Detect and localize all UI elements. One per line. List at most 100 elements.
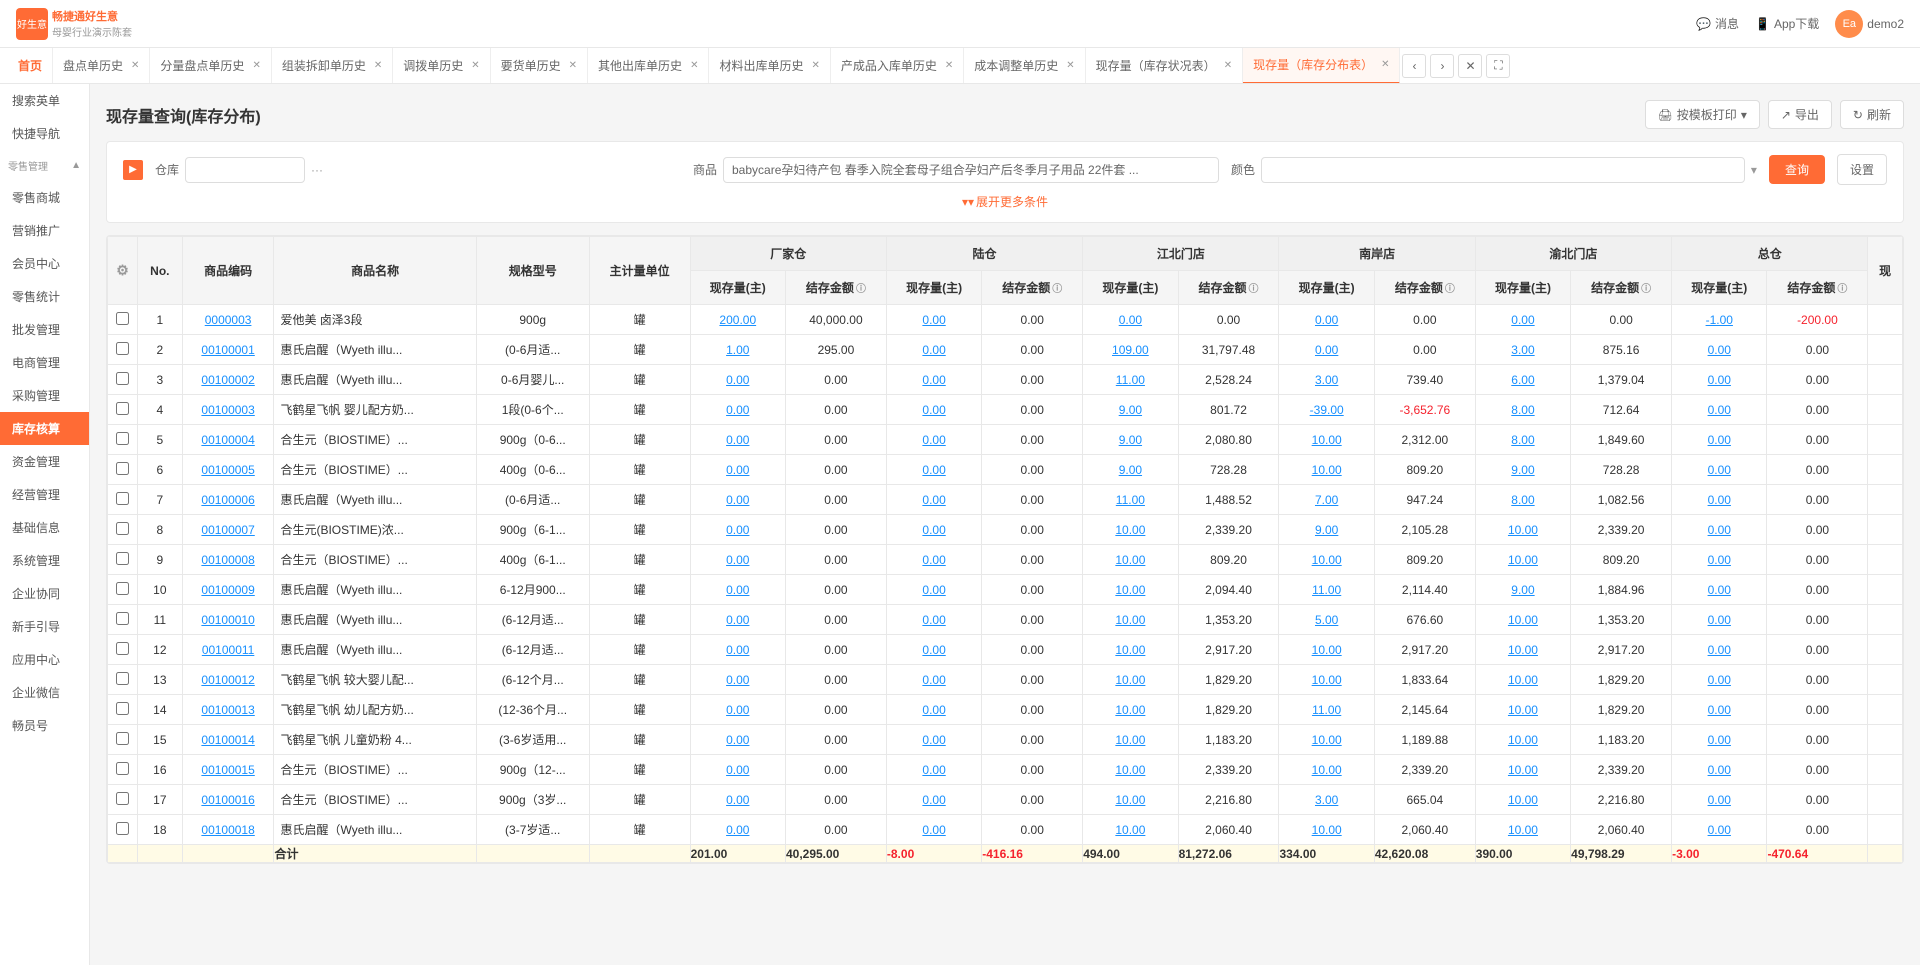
cell-checkbox[interactable]: [108, 575, 138, 605]
cell-nanan-stock: 10.00: [1279, 545, 1374, 575]
tab-close-all-btn[interactable]: ✕: [1458, 54, 1482, 78]
cell-checkbox[interactable]: [108, 335, 138, 365]
app-download-btn[interactable]: 📱 App下载: [1755, 15, 1819, 32]
info-icon[interactable]: ⓘ: [1445, 284, 1455, 295]
footer-jiangbei-amount: 81,272.06: [1178, 845, 1279, 863]
close-icon[interactable]: ✕: [1066, 60, 1074, 71]
cell-checkbox[interactable]: [108, 755, 138, 785]
sidebar-item-member[interactable]: 会员中心: [0, 247, 89, 280]
cell-nanan-stock: 11.00: [1279, 575, 1374, 605]
close-icon[interactable]: ✕: [374, 60, 382, 71]
tab-inventory-list-history[interactable]: 盘点单历史 ✕: [53, 48, 150, 84]
close-icon[interactable]: ✕: [471, 60, 479, 71]
cell-unit: 罐: [589, 365, 690, 395]
tab-partition-inventory-history[interactable]: 分量盘点单历史 ✕: [150, 48, 271, 84]
cell-checkbox[interactable]: [108, 815, 138, 845]
info-icon[interactable]: ⓘ: [856, 284, 866, 295]
cell-checkbox[interactable]: [108, 455, 138, 485]
cell-extra: [1868, 515, 1903, 545]
cell-yubeimen-amount: 809.20: [1571, 545, 1672, 575]
close-icon[interactable]: ✕: [569, 60, 577, 71]
cell-total-stock: 0.00: [1672, 785, 1767, 815]
tab-purchase-history[interactable]: 要货单历史 ✕: [491, 48, 588, 84]
print-btn[interactable]: 🖨 按模板打印 ▾: [1645, 100, 1760, 129]
cell-checkbox[interactable]: [108, 395, 138, 425]
query-btn[interactable]: 查询: [1769, 155, 1825, 184]
cell-total-amount: 0.00: [1767, 785, 1868, 815]
user-profile[interactable]: Ea demo2: [1835, 10, 1904, 38]
info-icon[interactable]: ⓘ: [1249, 284, 1259, 295]
sidebar-item-inventory[interactable]: 库存核算: [0, 412, 89, 445]
cell-checkbox[interactable]: [108, 305, 138, 335]
tab-stock-status[interactable]: 现存量（库存状况表） ✕: [1086, 48, 1243, 84]
color-input[interactable]: [1261, 157, 1745, 183]
collapse-arrow[interactable]: ▶: [123, 160, 143, 180]
tab-material-outbound-history[interactable]: 材料出库单历史 ✕: [709, 48, 830, 84]
cell-jiangbei-amount: 2,917.20: [1178, 635, 1279, 665]
sidebar-item-search[interactable]: 搜索英单: [0, 84, 89, 117]
cell-checkbox[interactable]: [108, 365, 138, 395]
tab-finished-goods-inbound-history[interactable]: 产成品入库单历史 ✕: [831, 48, 964, 84]
goods-input[interactable]: [723, 157, 1219, 183]
close-icon[interactable]: ✕: [1381, 59, 1389, 70]
cell-checkbox[interactable]: [108, 785, 138, 815]
sidebar-item-ecommerce[interactable]: 电商管理: [0, 346, 89, 379]
tab-disassemble-history[interactable]: 组装拆卸单历史 ✕: [272, 48, 393, 84]
cell-checkbox[interactable]: [108, 635, 138, 665]
expand-conditions-btn[interactable]: ▾▾ 展开更多条件: [962, 193, 1048, 210]
sidebar-item-changyuan[interactable]: 畅员号: [0, 709, 89, 742]
settings-icon[interactable]: ⚙: [116, 262, 129, 278]
close-icon[interactable]: ✕: [690, 60, 698, 71]
cell-checkbox[interactable]: [108, 695, 138, 725]
sidebar-item-finance[interactable]: 资金管理: [0, 445, 89, 478]
cell-total-stock: 0.00: [1672, 425, 1767, 455]
close-icon[interactable]: ✕: [252, 60, 260, 71]
sidebar-item-newguide[interactable]: 新手引导: [0, 610, 89, 643]
sidebar-item-wechat[interactable]: 企业微信: [0, 676, 89, 709]
sidebar-item-enterprise[interactable]: 企业协同: [0, 577, 89, 610]
brand-subtitle: 母婴行业演示陈套: [52, 24, 132, 39]
export-btn[interactable]: ↗ 导出: [1768, 100, 1832, 129]
info-icon[interactable]: ⓘ: [1052, 284, 1062, 295]
info-icon[interactable]: ⓘ: [1837, 284, 1847, 295]
tab-stock-distribution[interactable]: 现存量（库存分布表） ✕: [1243, 48, 1400, 84]
cell-factory-amount: 0.00: [785, 515, 886, 545]
sidebar-item-wholesale[interactable]: 批发管理: [0, 313, 89, 346]
color-dropdown-icon[interactable]: ▾: [1751, 163, 1757, 177]
sidebar-item-system[interactable]: 系统管理: [0, 544, 89, 577]
sidebar-item-purchase[interactable]: 采购管理: [0, 379, 89, 412]
cell-checkbox[interactable]: [108, 485, 138, 515]
warehouse-input[interactable]: [185, 157, 305, 183]
sidebar-item-marketing[interactable]: 营销推广: [0, 214, 89, 247]
tab-expand-btn[interactable]: ⛶: [1486, 54, 1510, 78]
cell-checkbox[interactable]: [108, 605, 138, 635]
sidebar-item-retail-stats[interactable]: 零售统计: [0, 280, 89, 313]
sidebar-item-shortcut[interactable]: 快捷导航: [0, 117, 89, 150]
tab-prev-btn[interactable]: ‹: [1402, 54, 1426, 78]
tab-next-btn[interactable]: ›: [1430, 54, 1454, 78]
cell-checkbox[interactable]: [108, 725, 138, 755]
close-icon[interactable]: ✕: [1224, 60, 1232, 71]
info-icon[interactable]: ⓘ: [1641, 284, 1651, 295]
cell-checkbox[interactable]: [108, 545, 138, 575]
setting-btn[interactable]: 设置: [1837, 154, 1887, 185]
logo-icon: 好生意: [16, 8, 48, 40]
message-btn[interactable]: 💬 消息: [1696, 15, 1739, 32]
tab-transfer-history[interactable]: 调拨单历史 ✕: [393, 48, 490, 84]
cell-checkbox[interactable]: [108, 665, 138, 695]
close-icon[interactable]: ✕: [945, 60, 953, 71]
cell-total-amount: 0.00: [1767, 395, 1868, 425]
tab-other-outbound-history[interactable]: 其他出库单历史 ✕: [588, 48, 709, 84]
tab-home[interactable]: 首页: [8, 48, 53, 84]
sidebar-item-retail-store[interactable]: 零售商城: [0, 181, 89, 214]
sidebar-item-operation[interactable]: 经营管理: [0, 478, 89, 511]
ellipsis-icon[interactable]: ···: [311, 163, 323, 177]
tab-cost-adjustment-history[interactable]: 成本调整单历史 ✕: [964, 48, 1085, 84]
sidebar-item-basic-info[interactable]: 基础信息: [0, 511, 89, 544]
refresh-btn[interactable]: ↻ 刷新: [1840, 100, 1904, 129]
close-icon[interactable]: ✕: [131, 60, 139, 71]
cell-checkbox[interactable]: [108, 515, 138, 545]
close-icon[interactable]: ✕: [811, 60, 819, 71]
cell-checkbox[interactable]: [108, 425, 138, 455]
sidebar-item-appcenter[interactable]: 应用中心: [0, 643, 89, 676]
